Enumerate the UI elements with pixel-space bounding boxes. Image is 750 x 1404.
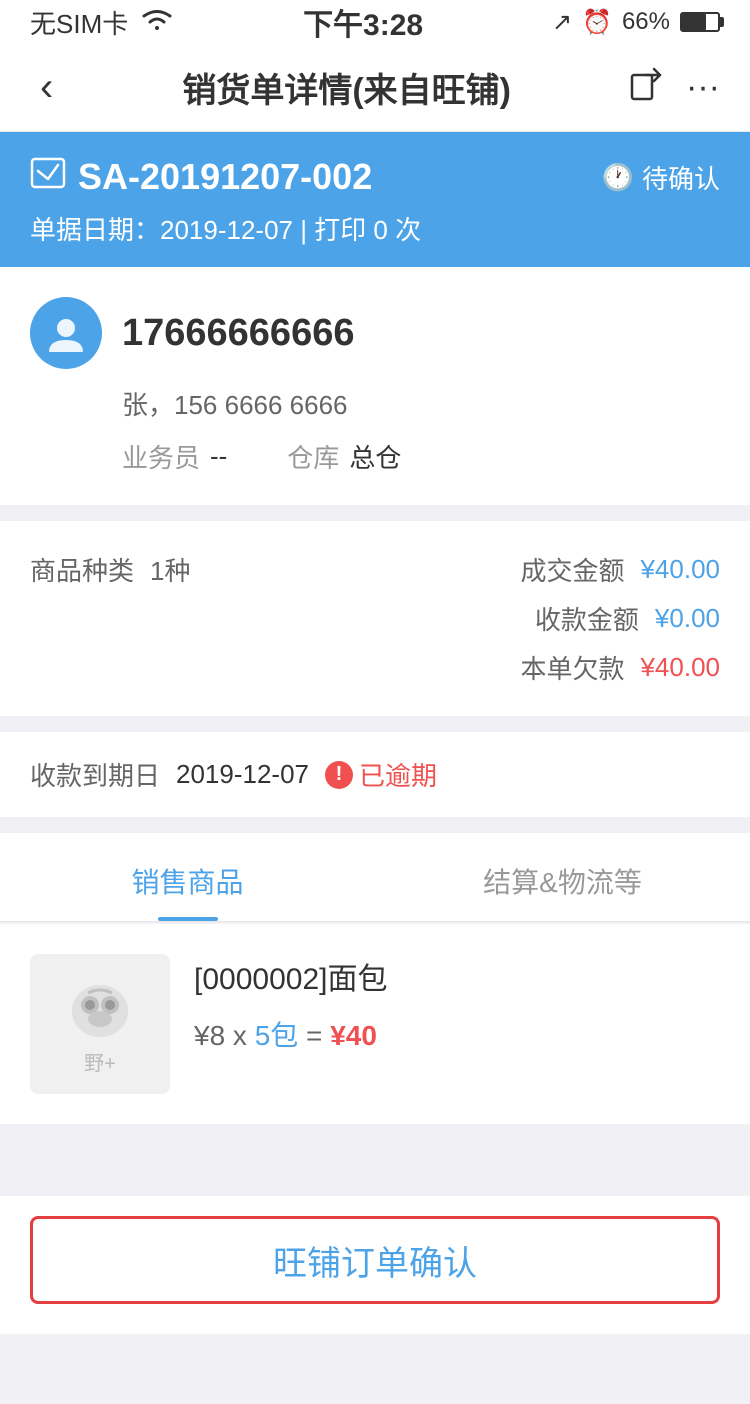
product-image-placeholder: 野+	[60, 973, 140, 1076]
total-price: ¥40	[330, 1020, 377, 1051]
stats-section: 商品种类 1种 成交金额 ¥40.00 收款金额 ¥0.00 本单欠款 ¥40.…	[0, 521, 750, 716]
equals-label: =	[298, 1020, 330, 1051]
product-types-label: 商品种类	[30, 551, 134, 588]
collected-value: ¥0.00	[655, 603, 720, 634]
products-section: 野+ [0000002]面包 ¥8 x 5包 = ¥40	[0, 924, 750, 1124]
due-date-value: 2019-12-07	[176, 759, 309, 790]
bottom-bar: 旺铺订单确认	[0, 1196, 750, 1334]
carrier-label: 无SIM卡	[30, 4, 128, 41]
product-count: 1种	[150, 551, 190, 588]
warehouse-label: 仓库	[287, 438, 339, 475]
customer-section: 17666666666 张，156 6666 6666 业务员 -- 仓库 总仓	[0, 267, 750, 505]
status-time: 下午3:28	[303, 0, 423, 44]
customer-phone: 17666666666	[122, 312, 354, 355]
more-icon[interactable]: ···	[686, 68, 720, 107]
due-row: 本单欠款 ¥40.00	[520, 649, 720, 686]
warehouse-value: 总仓	[349, 438, 401, 475]
transaction-label: 成交金额	[520, 551, 624, 588]
salesperson-label: 业务员	[122, 438, 200, 475]
product-name: [0000002]面包	[194, 954, 720, 998]
status-left: 无SIM卡	[30, 4, 174, 41]
product-item: 野+ [0000002]面包 ¥8 x 5包 = ¥40	[30, 954, 720, 1094]
nav-bar: ‹ 销货单详情(来自旺铺) ···	[0, 44, 750, 132]
order-icon	[30, 156, 66, 198]
customer-info: 张，156 6666 6666	[30, 385, 720, 422]
stats-right: 成交金额 ¥40.00 收款金额 ¥0.00 本单欠款 ¥40.00	[520, 551, 720, 686]
transaction-row: 成交金额 ¥40.00	[520, 551, 720, 588]
quantity-highlight: 5包	[255, 1020, 299, 1051]
location-icon: ↗	[552, 8, 572, 37]
product-details: [0000002]面包 ¥8 x 5包 = ¥40	[194, 954, 720, 1054]
customer-row: 17666666666	[30, 297, 720, 369]
transaction-value: ¥40.00	[640, 554, 720, 585]
alarm-icon: ⏰	[582, 8, 612, 37]
page-title: 销货单详情(来自旺铺)	[63, 63, 630, 112]
share-icon[interactable]	[630, 65, 666, 110]
overdue-label: 已逾期	[359, 756, 437, 793]
warehouse-item: 仓库 总仓	[287, 438, 401, 475]
order-id: SA-20191207-002	[30, 156, 372, 198]
due-value: ¥40.00	[640, 652, 720, 683]
order-status: 🕐 待确认	[602, 159, 720, 196]
salesperson-value: --	[210, 441, 227, 472]
battery-icon	[680, 12, 720, 32]
confirm-button[interactable]: 旺铺订单确认	[30, 1216, 720, 1304]
due-section: 收款到期日 2019-12-07 ! 已逾期	[0, 732, 750, 817]
nav-actions: ···	[630, 65, 720, 110]
status-right: ↗ ⏰ 66%	[552, 8, 720, 37]
due-date-label: 收款到期日	[30, 756, 160, 793]
product-price-row: ¥8 x 5包 = ¥40	[194, 1014, 720, 1054]
customer-meta: 业务员 -- 仓库 总仓	[30, 438, 720, 475]
product-image: 野+	[30, 954, 170, 1094]
overdue-icon: !	[325, 761, 353, 789]
tab-settlement[interactable]: 结算&物流等	[375, 833, 750, 921]
order-date: 单据日期：2019-12-07 | 打印 0 次	[30, 210, 720, 247]
order-header: SA-20191207-002 🕐 待确认 单据日期：2019-12-07 | …	[0, 132, 750, 267]
tabs-section: 销售商品 结算&物流等	[0, 833, 750, 922]
collected-row: 收款金额 ¥0.00	[535, 600, 720, 637]
order-id-row: SA-20191207-002 🕐 待确认	[30, 156, 720, 198]
back-button[interactable]: ‹	[30, 55, 63, 120]
avatar	[30, 297, 102, 369]
battery-label: 66%	[622, 8, 670, 36]
overdue-badge: ! 已逾期	[325, 756, 437, 793]
collected-label: 收款金额	[535, 600, 639, 637]
stats-left: 商品种类 1种	[30, 551, 190, 588]
price-label: ¥8 x	[194, 1020, 255, 1051]
due-label: 本单欠款	[520, 649, 624, 686]
salesperson-item: 业务员 --	[122, 438, 227, 475]
status-bar: 无SIM卡 下午3:28 ↗ ⏰ 66%	[0, 0, 750, 44]
tab-products[interactable]: 销售商品	[0, 833, 375, 921]
wifi-icon	[140, 6, 174, 39]
status-clock-icon: 🕐	[602, 162, 634, 193]
